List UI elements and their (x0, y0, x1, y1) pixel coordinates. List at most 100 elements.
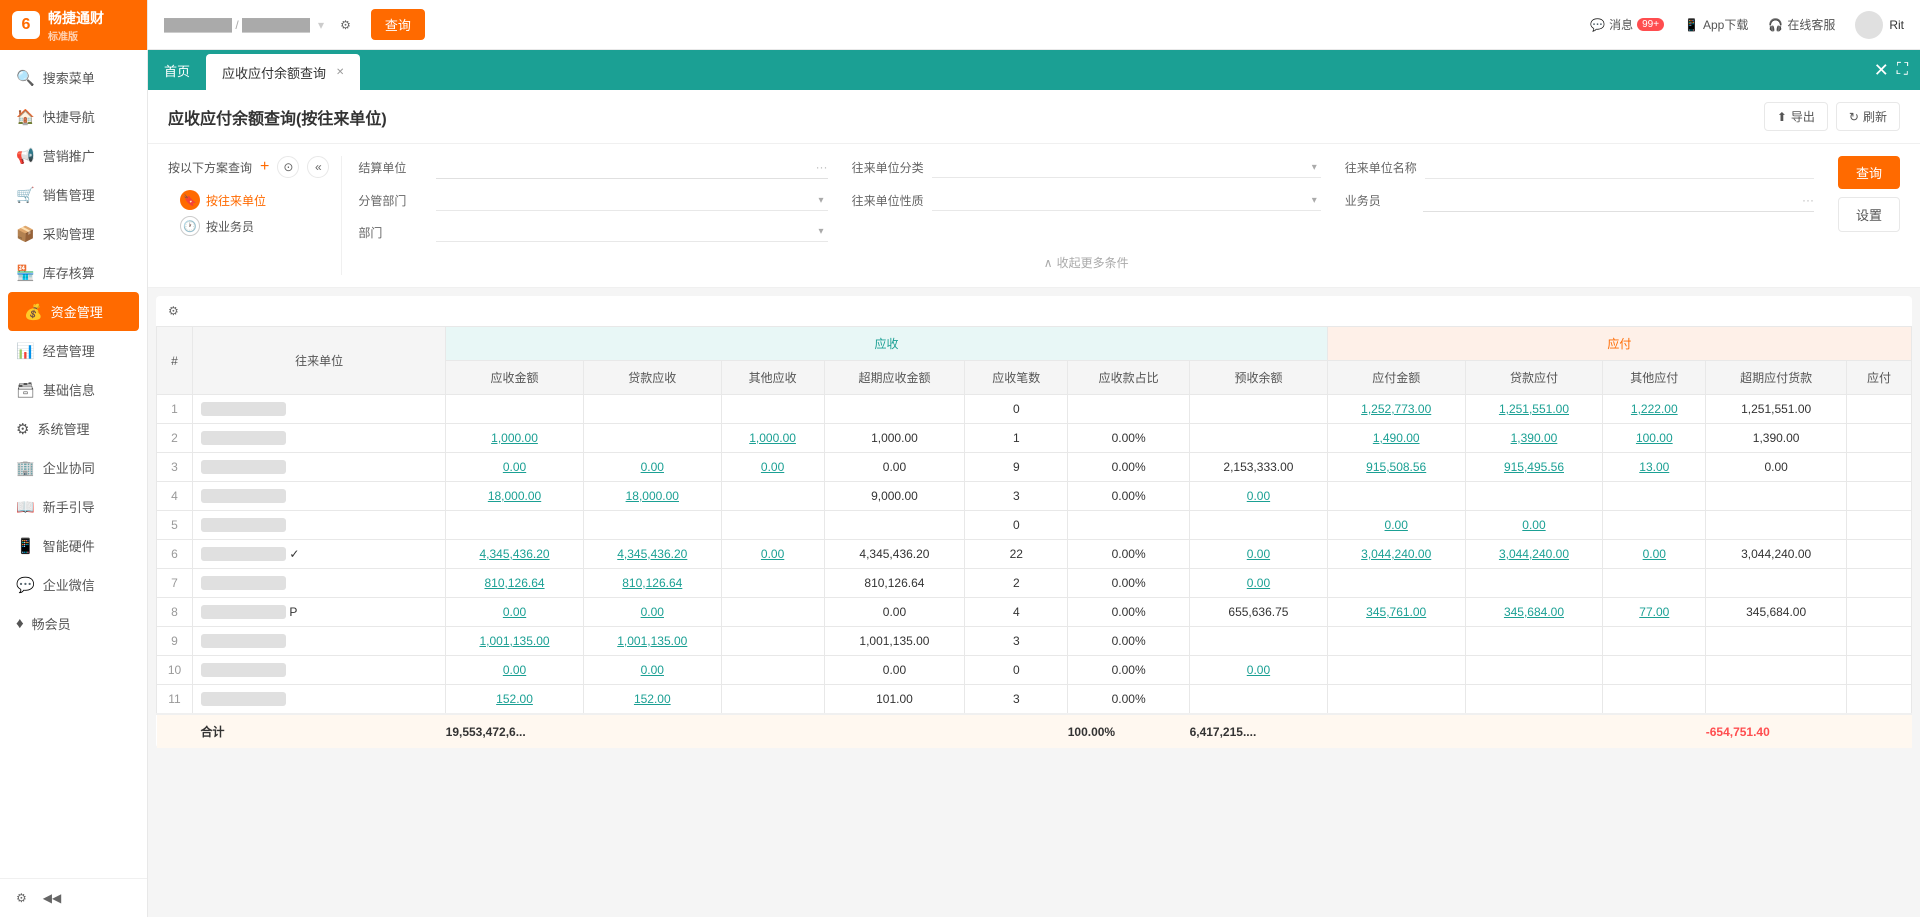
loan-pay-7 (1465, 569, 1603, 598)
other-pay-6[interactable]: 0.00 (1603, 540, 1706, 569)
marketing-icon: 📢 (16, 147, 35, 165)
loan-arr-8[interactable]: 0.00 (583, 598, 721, 627)
loan-arr-6[interactable]: 4,345,436.20 (583, 540, 721, 569)
refresh-button[interactable]: ↻ 刷新 (1836, 102, 1900, 131)
overdue-arr-1 (824, 395, 965, 424)
sidebar-item-hardware[interactable]: 📱 智能硬件 (0, 526, 147, 565)
settings-gear-icon[interactable]: ⚙ (340, 18, 351, 32)
sidebar-item-wechat[interactable]: 💬 企业微信 (0, 565, 147, 604)
tab-home[interactable]: 首页 (148, 50, 206, 90)
other-pay-1[interactable]: 1,222.00 (1603, 395, 1706, 424)
col-payable-group: 应付 (1327, 327, 1911, 361)
arr-amount-11[interactable]: 152.00 (446, 685, 584, 715)
tab-close-window-icon[interactable]: ✕ (1874, 60, 1889, 81)
sidebar-item-base[interactable]: 🗃 基础信息 (0, 370, 147, 409)
loan-arr-11[interactable]: 152.00 (583, 685, 721, 715)
query-button[interactable]: 查询 (1838, 156, 1900, 189)
pay-extra-1 (1847, 395, 1912, 424)
sidebar-item-purchase[interactable]: 📦 采购管理 (0, 214, 147, 253)
sidebar-item-search[interactable]: 🔍 搜索菜单 (0, 58, 147, 97)
prepay-6[interactable]: 0.00 (1190, 540, 1328, 569)
pay-amount-1[interactable]: 1,252,773.00 (1327, 395, 1465, 424)
app-download-button[interactable]: 📱 App下载 (1684, 16, 1748, 33)
sidebar-collapse-icon[interactable]: ◀◀ (43, 891, 61, 905)
unit-type-dropdown[interactable]: ▾ (932, 158, 1321, 178)
other-arr-3[interactable]: 0.00 (721, 453, 824, 482)
sidebar-item-corp[interactable]: 🏢 企业协同 (0, 448, 147, 487)
arr-amount-3[interactable]: 0.00 (446, 453, 584, 482)
filter-settings-button[interactable]: 设置 (1838, 197, 1900, 232)
messages-button[interactable]: 💬 消息 99+ (1590, 16, 1664, 33)
col-arr-count: 应收笔数 (965, 361, 1068, 395)
promo-button[interactable]: 查询 (371, 9, 425, 40)
sidebar-item-system[interactable]: ⚙ 系统管理 (0, 409, 147, 448)
arr-amount-4[interactable]: 18,000.00 (446, 482, 584, 511)
staff-input[interactable]: ··· (1423, 189, 1814, 212)
user-menu[interactable]: Rit (1855, 11, 1904, 39)
prepay-7[interactable]: 0.00 (1190, 569, 1328, 598)
breadcrumb-text: ████████ / ████████ (164, 18, 310, 32)
scheme-settings-icon[interactable]: ⊙ (277, 156, 299, 178)
settlement-unit-input[interactable]: ··· (436, 156, 827, 179)
other-arr-2[interactable]: 1,000.00 (721, 424, 824, 453)
arr-amount-2[interactable]: 1,000.00 (446, 424, 584, 453)
unit-name-input[interactable] (1425, 156, 1814, 179)
prepay-10[interactable]: 0.00 (1190, 656, 1328, 685)
other-pay-3[interactable]: 13.00 (1603, 453, 1706, 482)
scheme-by-unit[interactable]: 🔖 按往来单位 (180, 190, 317, 210)
loan-arr-7[interactable]: 810,126.64 (583, 569, 721, 598)
arr-amount-6[interactable]: 4,345,436.20 (446, 540, 584, 569)
sidebar-item-quicknav[interactable]: 🏠 快捷导航 (0, 97, 147, 136)
pay-amount-2[interactable]: 1,490.00 (1327, 424, 1465, 453)
tab-balance[interactable]: 应收应付余额查询 ✕ (206, 54, 360, 90)
unit-nature-dropdown[interactable]: ▾ (932, 191, 1321, 211)
loan-pay-8[interactable]: 345,684.00 (1465, 598, 1603, 627)
sidebar-item-member[interactable]: ♦ 畅会员 (0, 604, 147, 643)
pay-amount-6[interactable]: 3,044,240.00 (1327, 540, 1465, 569)
other-pay-8[interactable]: 77.00 (1603, 598, 1706, 627)
loan-arr-3[interactable]: 0.00 (583, 453, 721, 482)
loan-pay-2[interactable]: 1,390.00 (1465, 424, 1603, 453)
branch-dept-dropdown[interactable]: ▾ (436, 222, 827, 242)
scheme-by-staff[interactable]: 🕐 按业务员 (180, 216, 317, 236)
loan-pay-1[interactable]: 1,251,551.00 (1465, 395, 1603, 424)
customer-service-button[interactable]: 🎧 在线客服 (1768, 16, 1835, 33)
loan-pay-6[interactable]: 3,044,240.00 (1465, 540, 1603, 569)
pay-amount-8[interactable]: 345,761.00 (1327, 598, 1465, 627)
loan-arr-9[interactable]: 1,001,135.00 (583, 627, 721, 656)
arr-amount-7[interactable]: 810,126.64 (446, 569, 584, 598)
arr-amount-10[interactable]: 0.00 (446, 656, 584, 685)
sidebar-item-marketing[interactable]: 📢 营销推广 (0, 136, 147, 175)
loan-pay-5[interactable]: 0.00 (1465, 511, 1603, 540)
arr-amount-8[interactable]: 0.00 (446, 598, 584, 627)
other-arr-10 (721, 656, 824, 685)
arr-count-11: 3 (965, 685, 1068, 715)
sidebar-item-capital[interactable]: 💰 资金管理 (8, 292, 139, 331)
sidebar-label-marketing: 营销推广 (43, 146, 95, 165)
collapse-more-button[interactable]: ∧ 收起更多条件 (358, 250, 1814, 275)
sidebar-item-inventory[interactable]: 🏪 库存核算 (0, 253, 147, 292)
arr-amount-9[interactable]: 1,001,135.00 (446, 627, 584, 656)
loan-pay-3[interactable]: 915,495.56 (1465, 453, 1603, 482)
export-button[interactable]: ⬆ 导出 (1764, 102, 1828, 131)
sidebar-item-sales[interactable]: 🛒 销售管理 (0, 175, 147, 214)
other-arr-6[interactable]: 0.00 (721, 540, 824, 569)
scheme-collapse-icon[interactable]: « (307, 156, 329, 178)
tab-close-icon[interactable]: ✕ (336, 67, 344, 78)
page-title: 应收应付余额查询(按往来单位) (168, 105, 387, 129)
loan-arr-10[interactable]: 0.00 (583, 656, 721, 685)
prepay-4[interactable]: 0.00 (1190, 482, 1328, 511)
sidebar-item-operations[interactable]: 📊 经营管理 (0, 331, 147, 370)
other-pay-2[interactable]: 100.00 (1603, 424, 1706, 453)
sidebar-item-guide[interactable]: 📖 新手引导 (0, 487, 147, 526)
add-scheme-button[interactable]: + (260, 158, 269, 176)
sidebar-label-wechat: 企业微信 (43, 575, 95, 594)
loan-arr-4[interactable]: 18,000.00 (583, 482, 721, 511)
sidebar-settings-icon[interactable]: ⚙ (16, 891, 27, 905)
pay-amount-3[interactable]: 915,508.56 (1327, 453, 1465, 482)
table-settings-icon[interactable]: ⚙ (168, 304, 179, 318)
pay-amount-5[interactable]: 0.00 (1327, 511, 1465, 540)
dept-dropdown[interactable]: ▾ (436, 191, 827, 211)
tab-maximize-icon[interactable]: ⛶ (1897, 61, 1908, 79)
company-8: ██████████ P (193, 598, 446, 627)
